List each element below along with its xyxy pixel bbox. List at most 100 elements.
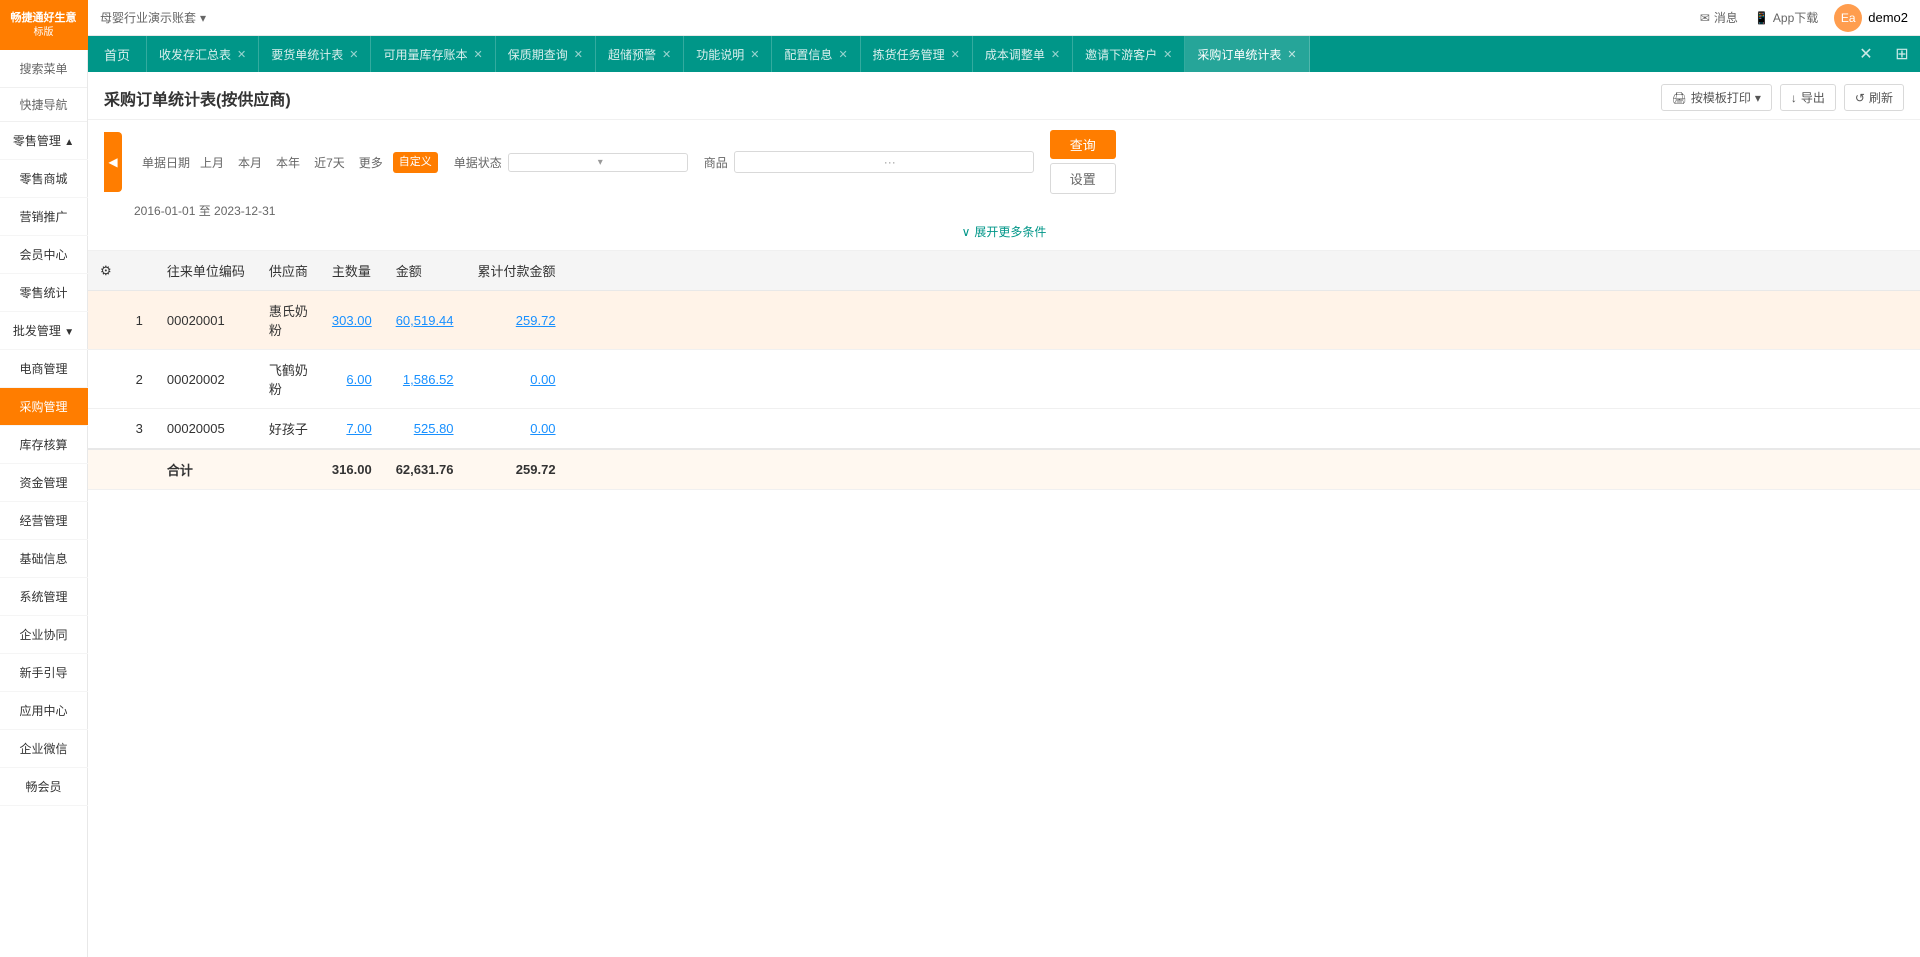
tab-available-stock[interactable]: 可用量库存账本 ✕ — [371, 36, 495, 72]
sidebar-item-guide[interactable]: 新手引导 — [0, 654, 88, 692]
row-index: 1 — [124, 291, 155, 350]
close-icon[interactable]: ✕ — [349, 48, 358, 61]
app-logo: 畅捷通好生意标版 — [0, 0, 88, 50]
sidebar-item-retail-stats[interactable]: 零售统计 — [0, 274, 88, 312]
tab-label: 可用量库存账本 — [383, 46, 467, 63]
gear-icon: ⚙ — [100, 263, 112, 278]
shortcut-more[interactable]: 更多 — [355, 152, 387, 173]
shortcut-this-month[interactable]: 本月 — [234, 152, 266, 173]
sidebar-item-ecommerce[interactable]: 电商管理 — [0, 350, 88, 388]
sidebar-item-member-pro[interactable]: 畅会员 — [0, 768, 88, 806]
sidebar-item-app-center[interactable]: 应用中心 — [0, 692, 88, 730]
refresh-icon: ↺ — [1855, 91, 1865, 105]
tab-overstock[interactable]: 超储预警 ✕ — [596, 36, 684, 72]
shortcut-last-month[interactable]: 上月 — [196, 152, 228, 173]
close-icon[interactable]: ✕ — [1287, 48, 1296, 61]
sidebar-item-label: 库存核算 — [19, 438, 67, 452]
tab-config[interactable]: 配置信息 ✕ — [772, 36, 860, 72]
tab-stock-summary[interactable]: 收发存汇总表 ✕ — [147, 36, 259, 72]
sidebar-item-label: 批发管理 — [13, 324, 61, 338]
tab-order-stats[interactable]: 要货单统计表 ✕ — [259, 36, 371, 72]
collapse-toggle-btn[interactable]: ◀ — [104, 132, 122, 192]
tab-label: 要货单统计表 — [271, 46, 343, 63]
sidebar-item-wholesale[interactable]: 批发管理 ▼ — [0, 312, 88, 350]
shortcut-7days[interactable]: 近7天 — [310, 152, 349, 173]
close-icon[interactable]: ✕ — [750, 48, 759, 61]
settings-col-header[interactable]: ⚙ — [88, 251, 124, 291]
close-icon[interactable]: ✕ — [951, 48, 960, 61]
expand-more-btn[interactable]: ∨ 展开更多条件 — [962, 223, 1047, 240]
custom-date-tag[interactable]: 自定义 — [393, 152, 438, 173]
sidebar-item-member[interactable]: 会员中心 — [0, 236, 88, 274]
goods-input[interactable]: ··· — [734, 151, 1034, 173]
sidebar-item-retail-mgmt[interactable]: 零售管理 ▲ — [0, 122, 88, 160]
sidebar-item-marketing[interactable]: 营销推广 — [0, 198, 88, 236]
status-label: 单据状态 — [454, 154, 502, 171]
row-paid[interactable]: 0.00 — [466, 350, 568, 409]
avatar: Ea — [1834, 4, 1862, 32]
close-icon[interactable]: ✕ — [237, 48, 246, 61]
export-button[interactable]: ↓ 导出 — [1780, 84, 1836, 111]
close-icon[interactable]: ✕ — [474, 48, 483, 61]
expand-more-row: ∨ 展开更多条件 — [104, 223, 1904, 240]
sidebar-item-finance[interactable]: 资金管理 — [0, 464, 88, 502]
close-icon[interactable]: ✕ — [662, 48, 671, 61]
header-actions: 🖨 按模板打印 ▾ ↓ 导出 ↺ 刷新 — [1661, 84, 1904, 111]
query-button[interactable]: 查询 — [1050, 130, 1116, 159]
row-quantity[interactable]: 7.00 — [320, 409, 384, 450]
sidebar-item-operations[interactable]: 经营管理 — [0, 502, 88, 540]
close-icon[interactable]: ✕ — [574, 48, 583, 61]
refresh-label: 刷新 — [1869, 89, 1893, 106]
tab-shelf-life[interactable]: 保质期查询 ✕ — [496, 36, 596, 72]
sidebar-search[interactable]: 搜索菜单 — [0, 50, 87, 88]
row-index: 2 — [124, 350, 155, 409]
row-amount[interactable]: 60,519.44 — [384, 291, 466, 350]
chevron-up-icon: ▲ — [64, 137, 74, 148]
sidebar-item-wecom[interactable]: 企业微信 — [0, 730, 88, 768]
row-amount[interactable]: 525.80 — [384, 409, 466, 450]
maximize-btn[interactable]: ⊞ — [1884, 36, 1920, 72]
close-icon[interactable]: ✕ — [838, 48, 847, 61]
sidebar-item-retail-shop[interactable]: 零售商城 — [0, 160, 88, 198]
tab-function-desc[interactable]: 功能说明 ✕ — [684, 36, 772, 72]
shortcut-this-year[interactable]: 本年 — [272, 152, 304, 173]
tab-picking[interactable]: 拣货任务管理 ✕ — [861, 36, 973, 72]
filter-area: ◀ 单据日期 上月 本月 本年 近7天 更多 自定义 单据状态 — [88, 120, 1920, 251]
sidebar-item-collab[interactable]: 企业协同 — [0, 616, 88, 654]
workspace-selector[interactable]: 母婴行业演示账套 ▾ — [100, 9, 206, 26]
sidebar-item-label: 营销推广 — [19, 210, 67, 224]
row-paid[interactable]: 259.72 — [466, 291, 568, 350]
user-avatar-area[interactable]: Ea demo2 — [1834, 4, 1908, 32]
table-row: 1 00020001 惠氏奶粉 303.00 60,519.44 259.72 — [88, 291, 1920, 350]
filter-row-1: ◀ 单据日期 上月 本月 本年 近7天 更多 自定义 单据状态 — [104, 130, 1904, 194]
print-button[interactable]: 🖨 按模板打印 ▾ — [1661, 84, 1772, 111]
date-range-text: 2016-01-01 至 2023-12-31 — [134, 204, 275, 218]
app-download-btn[interactable]: 📱 App下载 — [1754, 9, 1818, 26]
row-amount[interactable]: 1,586.52 — [384, 350, 466, 409]
row-quantity[interactable]: 6.00 — [320, 350, 384, 409]
close-icon[interactable]: ✕ — [1051, 48, 1060, 61]
sidebar-item-basic-info[interactable]: 基础信息 — [0, 540, 88, 578]
refresh-button[interactable]: ↺ 刷新 — [1844, 84, 1904, 111]
tab-purchase-stats[interactable]: 采购订单统计表 ✕ — [1185, 36, 1309, 72]
sidebar-item-inventory[interactable]: 库存核算 — [0, 426, 88, 464]
close-icon[interactable]: ✕ — [1163, 48, 1172, 61]
app-icon: 📱 — [1754, 11, 1769, 25]
quantity-col-header: 主数量 — [320, 251, 384, 291]
row-paid[interactable]: 0.00 — [466, 409, 568, 450]
tab-home[interactable]: 首页 — [88, 36, 147, 72]
status-select[interactable]: ▾ — [508, 153, 688, 172]
sidebar-quick-nav[interactable]: 快捷导航 — [0, 88, 87, 122]
sidebar-item-label: 零售商城 — [19, 172, 67, 186]
chevron-down-icon: ▼ — [64, 327, 74, 338]
sidebar-item-purchase[interactable]: 采购管理 — [0, 388, 88, 426]
close-all-tabs-btn[interactable]: ✕ — [1848, 36, 1884, 72]
settings-button[interactable]: 设置 — [1050, 163, 1116, 194]
tab-invite-customer[interactable]: 邀请下游客户 ✕ — [1073, 36, 1185, 72]
sidebar-item-system[interactable]: 系统管理 — [0, 578, 88, 616]
message-btn[interactable]: ✉ 消息 — [1700, 9, 1738, 26]
search-menu-label[interactable]: 搜索菜单 — [19, 62, 67, 76]
tab-cost-adjust[interactable]: 成本调整单 ✕ — [973, 36, 1073, 72]
row-quantity[interactable]: 303.00 — [320, 291, 384, 350]
top-bar-left: 母婴行业演示账套 ▾ — [100, 9, 206, 26]
